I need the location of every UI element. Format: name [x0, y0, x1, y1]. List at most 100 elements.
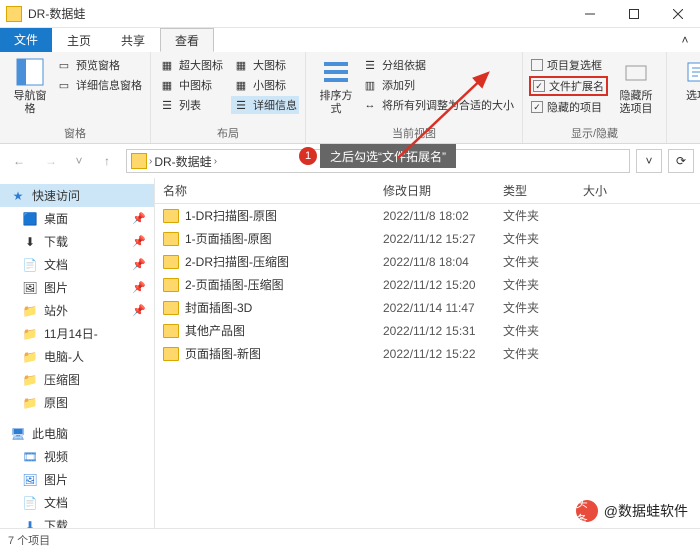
item-checkboxes-toggle[interactable]: 项目复选框 — [529, 56, 608, 74]
annotation-badge: 1 — [299, 147, 317, 165]
fit-icon: ↔ — [362, 97, 378, 113]
folder-icon: ⬇ — [22, 234, 38, 250]
col-type[interactable]: 类型 — [503, 182, 583, 199]
file-row[interactable]: 2-页面插图-压缩图 2022/11/12 15:20 文件夹 — [155, 273, 700, 296]
back-button[interactable]: ← — [6, 148, 32, 174]
folder-icon — [163, 232, 179, 246]
folder-icon: 📁 — [22, 303, 38, 319]
sidebar-item[interactable]: 🖼图片📌 — [0, 276, 154, 299]
breadcrumb-item[interactable]: DR-数据蛙 — [154, 153, 211, 170]
checkbox-icon — [533, 80, 545, 92]
group-icon: ☰ — [362, 57, 378, 73]
chevron-right-icon: › — [214, 156, 217, 167]
sidebar-item[interactable]: 📁电脑-人 — [0, 345, 154, 368]
layout-details[interactable]: ☰详细信息 — [231, 96, 299, 114]
sidebar-quick-access[interactable]: ★ 快速访问 — [0, 184, 154, 207]
dropdown-button[interactable]: ˅ — [636, 149, 662, 173]
list-icon: ☰ — [159, 97, 175, 113]
pc-icon: 🖥 — [10, 426, 26, 442]
file-list-pane: 名称 修改日期 类型 大小 1-DR扫描图-原图 2022/11/8 18:02… — [155, 178, 700, 528]
file-extensions-toggle[interactable]: 文件扩展名 — [529, 76, 608, 96]
refresh-button[interactable]: ⟳ — [668, 149, 694, 173]
library-icon: 🎞 — [22, 449, 38, 465]
star-icon: ★ — [10, 188, 26, 204]
addcol-button[interactable]: ▥添加列 — [360, 76, 516, 94]
file-row[interactable]: 页面插图-新图 2022/11/12 15:22 文件夹 — [155, 342, 700, 365]
checkbox-icon — [531, 101, 543, 113]
sidebar-item[interactable]: 📁压缩图 — [0, 368, 154, 391]
watermark-icon: 头条 — [576, 500, 598, 522]
grid-icon: ▦ — [159, 77, 175, 93]
file-row[interactable]: 1-页面插图-原图 2022/11/12 15:27 文件夹 — [155, 227, 700, 250]
sidebar-item[interactable]: 🎞视频 — [0, 445, 154, 468]
watermark-text: @数据蛙软件 — [604, 501, 688, 521]
fitcols-button[interactable]: ↔将所有列调整为合适的大小 — [360, 96, 516, 114]
forward-button[interactable]: → — [38, 148, 64, 174]
tab-file[interactable]: 文件 — [0, 28, 52, 52]
annotation-text: 之后勾选“文件拓展名” — [320, 144, 456, 168]
sidebar-item[interactable]: ⬇下载 — [0, 514, 154, 528]
sidebar-item[interactable]: 🟦桌面📌 — [0, 207, 154, 230]
sidebar-this-pc[interactable]: 🖥 此电脑 — [0, 422, 154, 445]
library-icon: 🖼 — [22, 472, 38, 488]
folder-icon — [163, 324, 179, 338]
close-button[interactable] — [656, 0, 700, 28]
preview-pane-button[interactable]: ▭预览窗格 — [54, 56, 144, 74]
folder-icon — [163, 301, 179, 315]
status-bar: 7 个项目 — [0, 528, 700, 550]
nav-pane-button[interactable]: 导航窗格 — [6, 54, 54, 118]
details-pane-button[interactable]: ▭详细信息窗格 — [54, 76, 144, 94]
col-size[interactable]: 大小 — [583, 182, 692, 199]
pin-icon: 📌 — [132, 212, 146, 225]
tab-home[interactable]: 主页 — [52, 28, 106, 52]
sidebar-item[interactable]: 📁原图 — [0, 391, 154, 414]
layout-small[interactable]: ▦小图标 — [231, 76, 299, 94]
file-row[interactable]: 2-DR扫描图-压缩图 2022/11/8 18:04 文件夹 — [155, 250, 700, 273]
tab-view[interactable]: 查看 — [160, 28, 214, 52]
pin-icon: 📌 — [132, 258, 146, 271]
options-button[interactable]: 选项 — [673, 54, 700, 105]
sidebar-item[interactable]: 📄文档 — [0, 491, 154, 514]
sidebar-item[interactable]: 📁站外📌 — [0, 299, 154, 322]
file-row[interactable]: 1-DR扫描图-原图 2022/11/8 18:02 文件夹 — [155, 204, 700, 227]
tab-share[interactable]: 共享 — [106, 28, 160, 52]
col-date[interactable]: 修改日期 — [383, 182, 503, 199]
folder-icon — [163, 278, 179, 292]
hide-icon — [620, 56, 652, 88]
up-folder-button[interactable]: ↑ — [94, 148, 120, 174]
folder-icon — [163, 347, 179, 361]
file-row[interactable]: 封面插图-3D 2022/11/14 11:47 文件夹 — [155, 296, 700, 319]
groupby-button[interactable]: ☰分组依据 — [360, 56, 516, 74]
sidebar-item[interactable]: 🖼图片 — [0, 468, 154, 491]
maximize-button[interactable] — [612, 0, 656, 28]
hidden-items-toggle[interactable]: 隐藏的项目 — [529, 98, 608, 116]
file-row[interactable]: 其他产品图 2022/11/12 15:31 文件夹 — [155, 319, 700, 342]
watermark: 头条 @数据蛙软件 — [576, 500, 688, 522]
sidebar-item[interactable]: 📄文档📌 — [0, 253, 154, 276]
nav-sidebar: ★ 快速访问 🟦桌面📌⬇下载📌📄文档📌🖼图片📌📁站外📌📁11月14日-📁电脑-人… — [0, 178, 155, 528]
sidebar-item[interactable]: ⬇下载📌 — [0, 230, 154, 253]
sidebar-item[interactable]: 📁11月14日- — [0, 322, 154, 345]
layout-extralarge[interactable]: ▦超大图标 — [157, 56, 225, 74]
grid-icon: ▦ — [233, 77, 249, 93]
minimize-button[interactable] — [568, 0, 612, 28]
checkbox-icon — [531, 59, 543, 71]
folder-icon: 🟦 — [22, 211, 38, 227]
grid-icon: ▦ — [233, 57, 249, 73]
ribbon-collapse-button[interactable]: ˄ — [670, 28, 700, 52]
hide-selected-button[interactable]: 隐藏所选项目 — [612, 54, 660, 118]
layout-list[interactable]: ☰列表 — [157, 96, 225, 114]
window-title: DR-数据蛙 — [28, 5, 568, 22]
layout-medium[interactable]: ▦中图标 — [157, 76, 225, 94]
up-button[interactable]: ˅ — [70, 148, 88, 174]
sort-button[interactable]: 排序方式 — [312, 54, 360, 118]
pin-icon: 📌 — [132, 304, 146, 317]
sort-icon — [320, 56, 352, 88]
folder-icon: 📁 — [22, 349, 38, 365]
col-name[interactable]: 名称 — [163, 182, 383, 199]
content-area: ★ 快速访问 🟦桌面📌⬇下载📌📄文档📌🖼图片📌📁站外📌📁11月14日-📁电脑-人… — [0, 178, 700, 528]
pin-icon: 📌 — [132, 281, 146, 294]
preview-icon: ▭ — [56, 57, 72, 73]
library-icon: 📄 — [22, 495, 38, 511]
layout-large[interactable]: ▦大图标 — [231, 56, 299, 74]
